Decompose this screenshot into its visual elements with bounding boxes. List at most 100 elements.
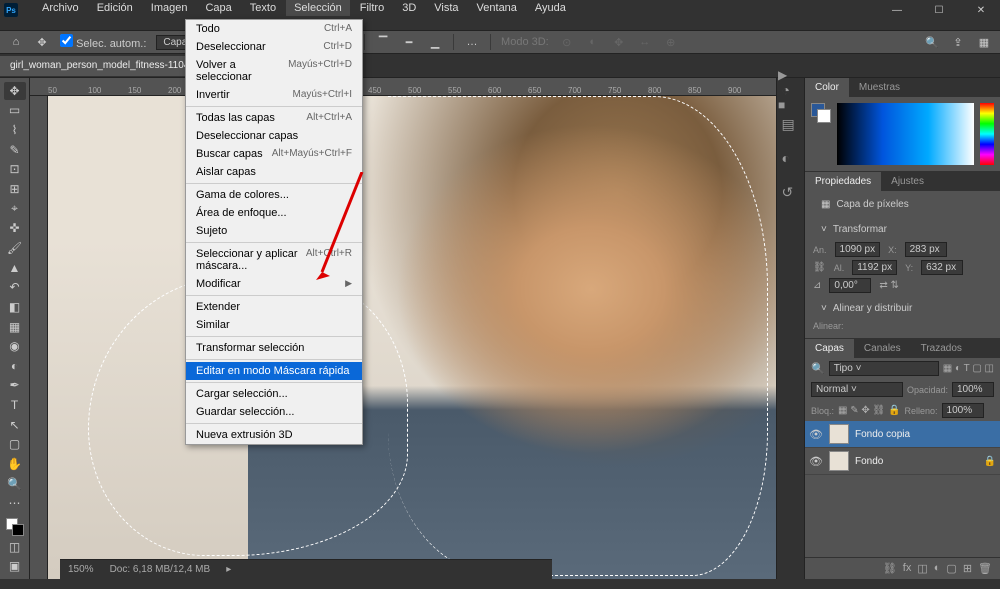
menu-item-modificar[interactable]: Modificar▶ xyxy=(186,275,362,293)
eraser-tool[interactable]: ◧ xyxy=(4,298,26,316)
pen-tool[interactable]: ✒ xyxy=(4,377,26,395)
3d-pan-icon[interactable]: ✥ xyxy=(611,34,627,50)
eyedropper-tool[interactable]: ⌖ xyxy=(4,200,26,218)
layer-thumbnail[interactable] xyxy=(829,451,849,471)
menu-item-deseleccionar[interactable]: DeseleccionarCtrl+D xyxy=(186,38,362,56)
blend-mode[interactable]: Normal ˅ xyxy=(811,382,903,397)
menu-item-guardar-selecci-n[interactable]: Guardar selección... xyxy=(186,403,362,421)
move-tool[interactable]: ✥ xyxy=(4,82,26,100)
mask-icon[interactable]: ◫ xyxy=(917,562,927,575)
transform-header[interactable]: ˅ Transformar xyxy=(813,220,992,239)
3d-zoom-icon[interactable]: ⊕ xyxy=(663,34,679,50)
maximize-button[interactable]: ☐ xyxy=(924,5,954,16)
gradient-tool[interactable]: ▦ xyxy=(4,318,26,336)
tab-color[interactable]: Color xyxy=(805,78,849,97)
menu-capa[interactable]: Capa xyxy=(197,0,239,16)
menu-item-seleccionar-y-aplicar-m-scara[interactable]: Seleccionar y aplicar máscara...Alt+Ctrl… xyxy=(186,245,362,275)
doc-size-arrow[interactable]: ▸ xyxy=(226,564,231,575)
zoom-level[interactable]: 150% xyxy=(68,564,94,575)
menu-edición[interactable]: Edición xyxy=(89,0,141,16)
filter-icons[interactable]: ▦ ◐ T ▢ ◫ xyxy=(943,363,994,374)
layer-row[interactable]: 👁 Fondo copia xyxy=(805,421,1000,448)
tab-paths[interactable]: Trazados xyxy=(911,339,972,358)
align-bottom-icon[interactable]: ▁ xyxy=(427,34,443,50)
workspace-icon[interactable]: ▦ xyxy=(976,34,992,50)
path-tool[interactable]: ↖ xyxy=(4,416,26,434)
canvas[interactable] xyxy=(48,96,776,579)
menu-item-invertir[interactable]: InvertirMayús+Ctrl+I xyxy=(186,86,362,104)
quick-mask-toggle[interactable]: ◫ xyxy=(4,538,26,556)
menu-item-rea-de-enfoque[interactable]: Área de enfoque... xyxy=(186,204,362,222)
zoom-tool[interactable]: 🔍 xyxy=(4,475,26,493)
dodge-tool[interactable]: ◐ xyxy=(4,357,26,375)
healing-tool[interactable]: ✜ xyxy=(4,219,26,237)
x-field[interactable]: 283 px xyxy=(905,242,947,257)
close-button[interactable]: ✕ xyxy=(966,5,996,16)
group-icon[interactable]: ▢ xyxy=(946,562,956,575)
menu-item-nueva-extrusi-n-3d[interactable]: Nueva extrusión 3D xyxy=(186,426,362,444)
menu-item-todo[interactable]: TodoCtrl+A xyxy=(186,20,362,38)
color-field[interactable] xyxy=(837,103,974,165)
menu-selección[interactable]: Selección xyxy=(286,0,350,16)
link-layers-icon[interactable]: ⛓ xyxy=(883,562,897,575)
menu-item-todas-las-capas[interactable]: Todas las capasAlt+Ctrl+A xyxy=(186,109,362,127)
crop-tool[interactable]: ⊡ xyxy=(4,161,26,179)
y-field[interactable]: 632 px xyxy=(921,260,963,275)
menu-item-extender[interactable]: Extender xyxy=(186,298,362,316)
minimize-button[interactable]: — xyxy=(882,5,912,16)
flip-icons[interactable]: ⇄ ⇅ xyxy=(879,280,899,291)
link-icon[interactable]: ⛓ xyxy=(813,262,826,273)
menu-item-gama-de-colores[interactable]: Gama de colores... xyxy=(186,186,362,204)
tab-adjustments[interactable]: Ajustes xyxy=(881,172,934,191)
shape-tool[interactable]: ▢ xyxy=(4,436,26,454)
menu-item-sujeto[interactable]: Sujeto xyxy=(186,222,362,240)
home-icon[interactable]: ⌂ xyxy=(8,34,24,50)
marquee-tool[interactable]: ▭ xyxy=(4,102,26,120)
angle-field[interactable]: 0,00° xyxy=(829,278,871,293)
quick-select-tool[interactable]: ✎ xyxy=(4,141,26,159)
hand-tool[interactable]: ✋ xyxy=(4,455,26,473)
stop-icon[interactable]: ■ xyxy=(778,98,794,114)
menu-item-buscar-capas[interactable]: Buscar capasAlt+Mayús+Ctrl+F xyxy=(186,145,362,163)
menu-texto[interactable]: Texto xyxy=(242,0,284,16)
layer-thumbnail[interactable] xyxy=(829,424,849,444)
3d-orbit-icon[interactable]: ⊙ xyxy=(559,34,575,50)
delete-icon[interactable]: 🗑 xyxy=(978,562,992,575)
menu-archivo[interactable]: Archivo xyxy=(34,0,87,16)
align-header[interactable]: ˅ Alinear y distribuir xyxy=(813,299,992,318)
lock-icons[interactable]: ▦ ✎ ✥ ⛓ 🔒 xyxy=(838,405,900,416)
adjustment-layer-icon[interactable]: ◐ xyxy=(934,562,941,575)
width-field[interactable]: 1090 px xyxy=(835,242,881,257)
tab-properties[interactable]: Propiedades xyxy=(805,172,881,191)
type-tool[interactable]: T xyxy=(4,396,26,414)
filter-type[interactable]: Tipo ˅ xyxy=(829,361,939,376)
menu-item-volver-a-seleccionar[interactable]: Volver a seleccionarMayús+Ctrl+D xyxy=(186,56,362,86)
libraries-icon[interactable]: ▤ xyxy=(782,116,800,134)
layer-row[interactable]: 👁 Fondo 🔒 xyxy=(805,448,1000,475)
tab-layers[interactable]: Capas xyxy=(805,339,854,358)
more-icon[interactable]: … xyxy=(464,34,480,50)
hue-strip[interactable] xyxy=(980,103,994,165)
fx-icon[interactable]: fx xyxy=(903,562,912,575)
layer-name[interactable]: Fondo xyxy=(855,456,978,467)
menu-ayuda[interactable]: Ayuda xyxy=(527,0,574,16)
menu-item-editar-en-modo-m-scara-r-pida[interactable]: Editar en modo Máscara rápida xyxy=(186,362,362,380)
height-field[interactable]: 1192 px xyxy=(852,260,897,275)
history-brush-tool[interactable]: ↶ xyxy=(4,278,26,296)
align-top-icon[interactable]: ▔ xyxy=(375,34,391,50)
lock-icon[interactable]: 🔒 xyxy=(984,456,996,467)
menu-imagen[interactable]: Imagen xyxy=(143,0,196,16)
menu-vista[interactable]: Vista xyxy=(426,0,466,16)
edit-toolbar[interactable]: ⋯ xyxy=(4,494,26,512)
color-swatch-pair[interactable] xyxy=(811,103,831,123)
3d-slide-icon[interactable]: ↔ xyxy=(637,34,653,50)
filter-icon[interactable]: 🔍 xyxy=(811,362,825,375)
fill-field[interactable]: 100% xyxy=(942,403,984,418)
adjustments-icon[interactable]: ◐ xyxy=(782,150,800,168)
menu-item-transformar-selecci-n[interactable]: Transformar selección xyxy=(186,339,362,357)
layer-name[interactable]: Fondo copia xyxy=(855,429,996,440)
play-icon[interactable]: ▶ xyxy=(778,68,794,84)
menu-item-aislar-capas[interactable]: Aislar capas xyxy=(186,163,362,181)
align-middle-icon[interactable]: ━ xyxy=(401,34,417,50)
screen-mode[interactable]: ▣ xyxy=(4,557,26,575)
